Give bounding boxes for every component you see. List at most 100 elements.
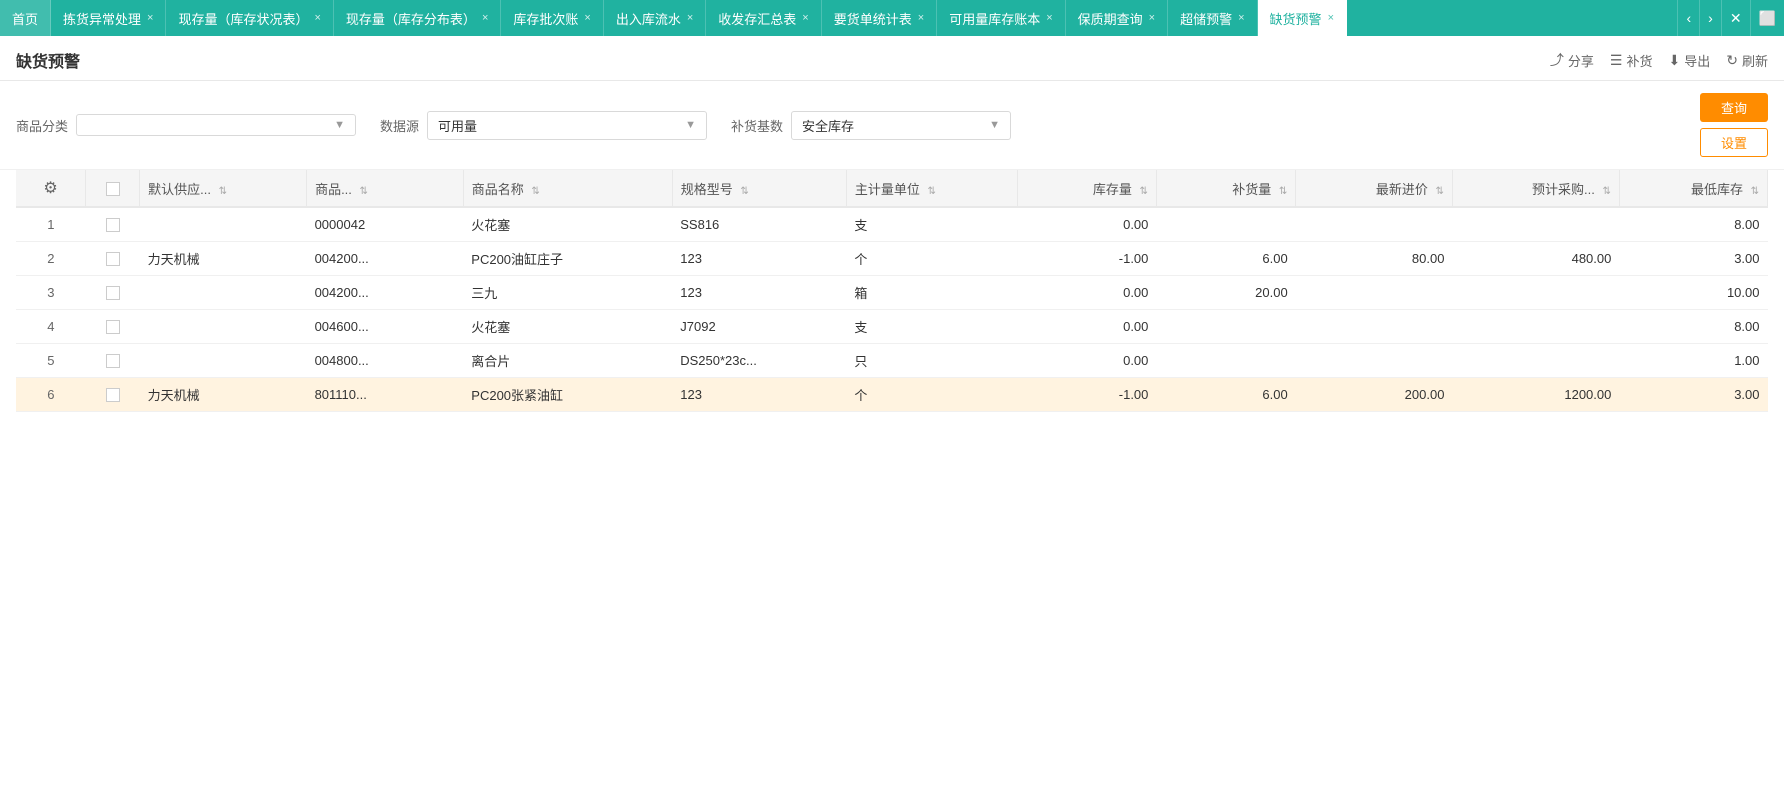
- tab-exception[interactable]: 拣货异常处理 ×: [51, 0, 166, 36]
- tab-order-stats[interactable]: 要货单统计表 ×: [822, 0, 937, 36]
- tab-scroll-right[interactable]: ›: [1699, 0, 1721, 36]
- shortage-table: ⚙ 默认供应... ⇅ 商品... ⇅ 商品名称 ⇅: [16, 170, 1768, 412]
- cell-code-0: 0000042: [307, 207, 464, 242]
- row-checkbox-5[interactable]: [106, 388, 120, 402]
- table-row[interactable]: 1 0000042 火花塞 SS816 支 0.00 8.00: [16, 207, 1768, 242]
- tab-close-available-ledger[interactable]: ×: [1046, 12, 1052, 24]
- cell-stock-3: 0.00: [1017, 310, 1156, 344]
- cell-checkbox-1[interactable]: [86, 242, 140, 276]
- col-header-replenish: 补货量 ⇅: [1156, 170, 1295, 207]
- replenish-base-value: 安全库存: [802, 116, 854, 135]
- tab-batch-account[interactable]: 库存批次账 ×: [501, 0, 603, 36]
- tab-close-current[interactable]: ✕: [1721, 0, 1750, 36]
- cell-checkbox-0[interactable]: [86, 207, 140, 242]
- replenish-base-label: 补货基数: [731, 116, 783, 135]
- supplier-sort-icon[interactable]: ⇅: [219, 186, 227, 197]
- settings-gear-icon[interactable]: ⚙: [43, 180, 57, 197]
- tab-expiry-query[interactable]: 保质期查询 ×: [1066, 0, 1168, 36]
- tab-shortage[interactable]: 缺货预警 ×: [1258, 0, 1347, 36]
- tab-close-batch-account[interactable]: ×: [584, 12, 590, 24]
- tab-receive-summary[interactable]: 收发存汇总表 ×: [706, 0, 821, 36]
- row-checkbox-4[interactable]: [106, 354, 120, 368]
- select-all-checkbox[interactable]: [106, 182, 120, 196]
- col-header-unit: 主计量单位 ⇅: [846, 170, 1017, 207]
- replenish-base-select[interactable]: 安全库存 ▼: [791, 111, 1011, 140]
- main-content: 缺货预警 ⤴ 分享 ☰ 补货 ⬇ 导出 ↻ 刷新 商品分类: [0, 36, 1784, 796]
- row-checkbox-3[interactable]: [106, 320, 120, 334]
- cell-min-stock-0: 8.00: [1619, 207, 1767, 242]
- tab-close-shortage[interactable]: ×: [1328, 12, 1334, 24]
- cell-est-purchase-1: 480.00: [1452, 242, 1619, 276]
- cell-checkbox-2[interactable]: [86, 276, 140, 310]
- share-action[interactable]: ⤴ 分享: [1550, 50, 1594, 70]
- tab-close-exception[interactable]: ×: [147, 12, 153, 24]
- tab-available-ledger[interactable]: 可用量库存账本 ×: [937, 0, 1065, 36]
- row-checkbox-1[interactable]: [106, 252, 120, 266]
- cell-checkbox-5[interactable]: [86, 378, 140, 412]
- tab-inventory-status[interactable]: 现存量（库存状况表） ×: [166, 0, 333, 36]
- table-header-row: ⚙ 默认供应... ⇅ 商品... ⇅ 商品名称 ⇅: [16, 170, 1768, 207]
- query-button[interactable]: 查询: [1700, 93, 1768, 122]
- tab-close-overstock[interactable]: ×: [1238, 12, 1244, 24]
- cell-min-stock-3: 8.00: [1619, 310, 1767, 344]
- cell-est-purchase-2: [1452, 276, 1619, 310]
- latest-price-sort-icon[interactable]: ⇅: [1436, 186, 1444, 197]
- cell-name-1: PC200油缸庄子: [463, 242, 672, 276]
- row-checkbox-0[interactable]: [106, 218, 120, 232]
- category-select[interactable]: ▼: [76, 114, 356, 136]
- tab-navigation: ‹ › ✕ ⬜: [1677, 0, 1784, 36]
- table-row[interactable]: 5 004800... 离合片 DS250*23c... 只 0.00 1.00: [16, 344, 1768, 378]
- col-header-settings[interactable]: ⚙: [16, 170, 86, 207]
- category-label: 商品分类: [16, 116, 68, 135]
- cell-latest-price-1: 80.00: [1296, 242, 1453, 276]
- replenish-action[interactable]: ☰ 补货: [1610, 51, 1653, 70]
- datasource-select[interactable]: 可用量 ▼: [427, 111, 707, 140]
- cell-index-1: 2: [16, 242, 86, 276]
- cell-replenish-0: [1156, 207, 1295, 242]
- tab-close-expiry-query[interactable]: ×: [1149, 12, 1155, 24]
- spec-sort-icon[interactable]: ⇅: [740, 186, 748, 197]
- table-row[interactable]: 6 力天机械 801110... PC200张紧油缸 123 个 -1.00 6…: [16, 378, 1768, 412]
- tab-close-inventory-status[interactable]: ×: [314, 12, 320, 24]
- tab-close-inout-flow[interactable]: ×: [687, 12, 693, 24]
- est-purchase-sort-icon[interactable]: ⇅: [1602, 186, 1610, 197]
- code-sort-icon[interactable]: ⇅: [360, 186, 368, 197]
- tab-close-inventory-dist[interactable]: ×: [482, 12, 488, 24]
- col-header-checkbox[interactable]: [86, 170, 140, 207]
- cell-latest-price-2: [1296, 276, 1453, 310]
- datasource-filter-group: 数据源 可用量 ▼: [380, 111, 707, 140]
- table-row[interactable]: 4 004600... 火花塞 J7092 支 0.00 8.00: [16, 310, 1768, 344]
- tab-home[interactable]: 首页: [0, 0, 51, 36]
- filter-actions: 查询 设置: [1700, 93, 1768, 157]
- row-checkbox-2[interactable]: [106, 286, 120, 300]
- stock-sort-icon[interactable]: ⇅: [1140, 186, 1148, 197]
- table-row[interactable]: 2 力天机械 004200... PC200油缸庄子 123 个 -1.00 6…: [16, 242, 1768, 276]
- cell-name-3: 火花塞: [463, 310, 672, 344]
- cell-name-0: 火花塞: [463, 207, 672, 242]
- refresh-icon: ↻: [1726, 52, 1738, 69]
- min-stock-sort-icon[interactable]: ⇅: [1751, 186, 1759, 197]
- cell-replenish-5: 6.00: [1156, 378, 1295, 412]
- tab-overstock[interactable]: 超储预警 ×: [1168, 0, 1257, 36]
- cell-est-purchase-5: 1200.00: [1452, 378, 1619, 412]
- cell-checkbox-3[interactable]: [86, 310, 140, 344]
- name-sort-icon[interactable]: ⇅: [531, 186, 539, 197]
- unit-sort-icon[interactable]: ⇅: [928, 186, 936, 197]
- tab-bar: 首页 拣货异常处理 × 现存量（库存状况表） × 现存量（库存分布表） × 库存…: [0, 0, 1784, 36]
- cell-index-3: 4: [16, 310, 86, 344]
- tab-inout-flow[interactable]: 出入库流水 ×: [604, 0, 706, 36]
- tab-close-receive-summary[interactable]: ×: [802, 12, 808, 24]
- tab-maximize[interactable]: ⬜: [1750, 0, 1784, 36]
- tab-close-order-stats[interactable]: ×: [918, 12, 924, 24]
- tab-inventory-dist[interactable]: 现存量（库存分布表） ×: [334, 0, 501, 36]
- col-header-min-stock: 最低库存 ⇅: [1619, 170, 1767, 207]
- cell-latest-price-5: 200.00: [1296, 378, 1453, 412]
- tab-scroll-left[interactable]: ‹: [1677, 0, 1699, 36]
- refresh-action[interactable]: ↻ 刷新: [1726, 51, 1768, 70]
- cell-checkbox-4[interactable]: [86, 344, 140, 378]
- replenish-sort-icon[interactable]: ⇅: [1279, 186, 1287, 197]
- export-action[interactable]: ⬇ 导出: [1669, 51, 1711, 70]
- table-row[interactable]: 3 004200... 三九 123 箱 0.00 20.00 10.00: [16, 276, 1768, 310]
- cell-est-purchase-3: [1452, 310, 1619, 344]
- settings-button[interactable]: 设置: [1700, 128, 1768, 157]
